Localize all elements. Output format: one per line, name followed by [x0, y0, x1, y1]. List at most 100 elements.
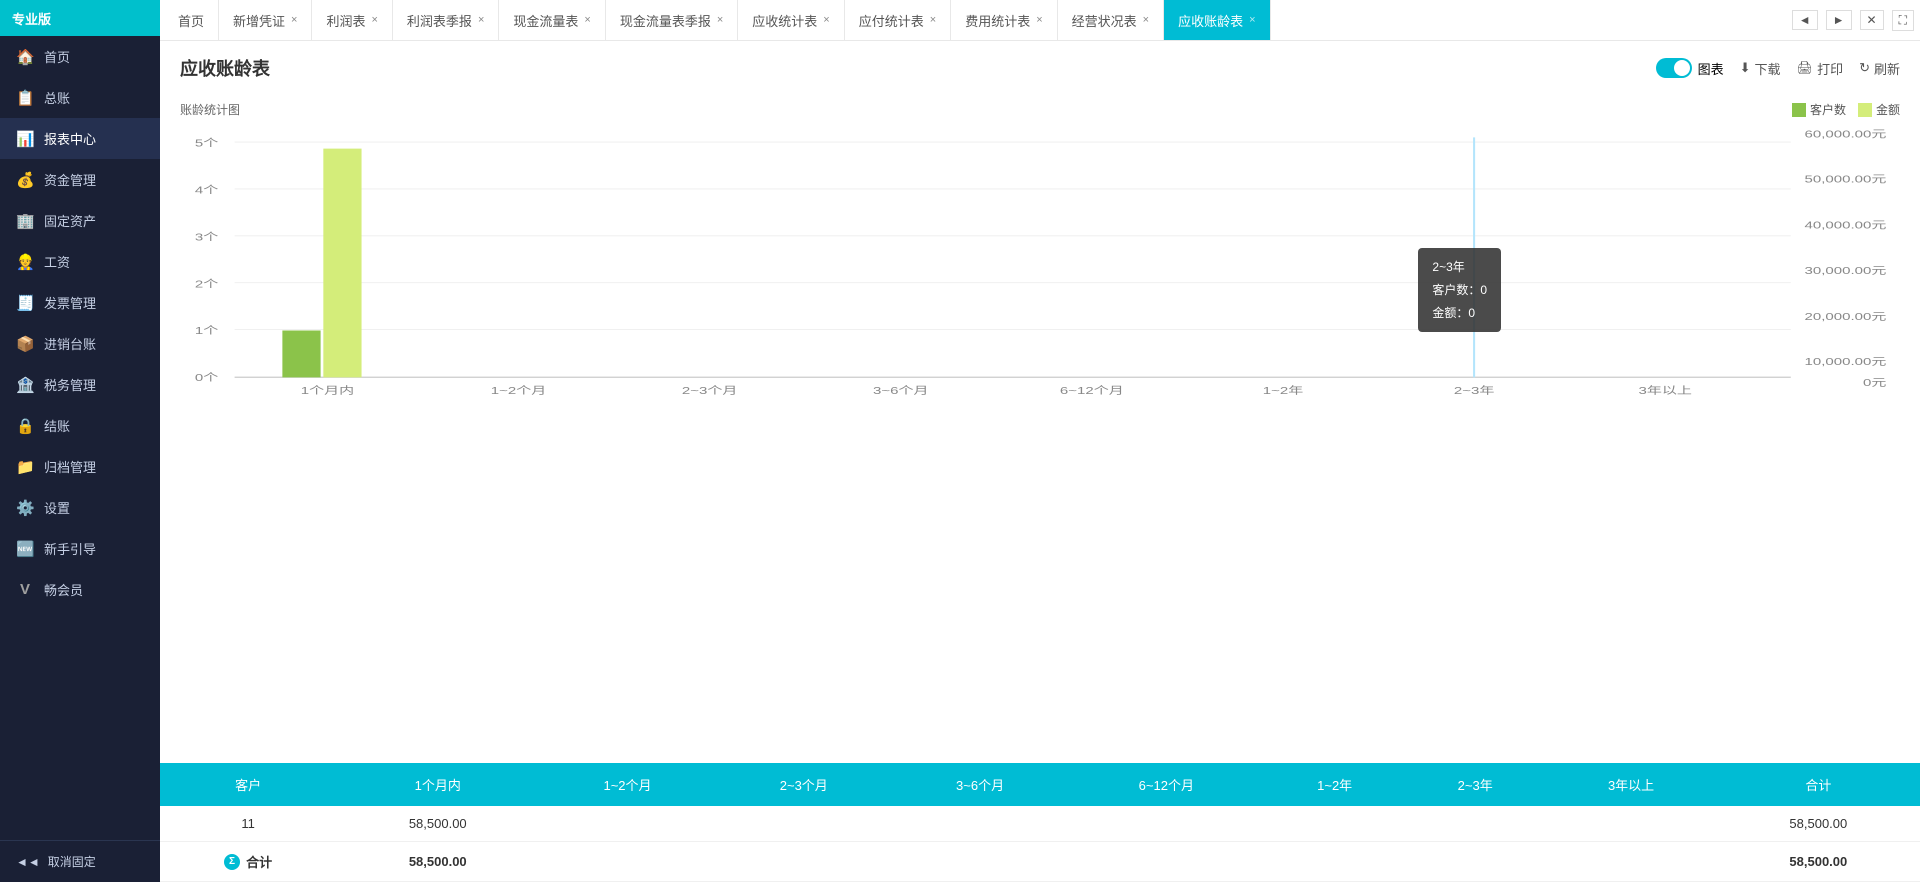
cell-total-label: Σ 合计 [160, 842, 336, 882]
sidebar-item-member[interactable]: V 畅会员 [0, 569, 160, 610]
col-y3plus: 3年以上 [1545, 763, 1716, 806]
svg-text:1个月内: 1个月内 [301, 385, 354, 397]
svg-text:40,000.00元: 40,000.00元 [1805, 219, 1887, 231]
legend-color-customer [1792, 103, 1806, 117]
chart-svg: 5个 4个 3个 2个 1个 0个 60,000.00元 50,000.00元 … [180, 128, 1900, 428]
tab-navigation: ◄ ► ✕ ⛶ [1790, 10, 1916, 31]
print-button[interactable]: 🖨 打印 [1797, 59, 1844, 78]
cell-total-y3plus [1545, 842, 1716, 882]
guide-icon: 🆕 [16, 540, 34, 558]
tab-close-icon[interactable]: × [371, 14, 377, 26]
sidebar-item-purchase-sales[interactable]: 📦 进销台账 [0, 323, 160, 364]
sidebar-item-payroll[interactable]: 👷 工资 [0, 241, 160, 282]
table-header-row: 客户 1个月内 1~2个月 2~3个月 3~6个月 6~12个月 1~2年 2~… [160, 763, 1920, 806]
tab-label: 应付统计表 [859, 11, 924, 30]
download-label: 下载 [1755, 59, 1781, 78]
chart-toggle-wrap: 图表 [1656, 58, 1724, 78]
tab-close-icon[interactable]: × [1249, 14, 1255, 26]
tab-cash-flow[interactable]: 现金流量表 × [499, 0, 605, 40]
tab-label: 现金流量表 [513, 11, 578, 30]
svg-text:2个: 2个 [195, 278, 219, 290]
tab-close-icon[interactable]: × [291, 14, 297, 26]
cell-total-m1: 58,500.00 [336, 842, 539, 882]
tab-expense-stats[interactable]: 费用统计表 × [951, 0, 1057, 40]
sidebar-item-fund-management[interactable]: 💰 资金管理 [0, 159, 160, 200]
tab-close-icon[interactable]: × [823, 14, 829, 26]
tab-ar-stats[interactable]: 应收统计表 × [738, 0, 844, 40]
settings-icon: ⚙️ [16, 499, 34, 517]
sidebar-logo: 专业版 [0, 0, 160, 36]
sidebar-collapse-button[interactable]: ◄◄ 取消固定 [0, 840, 160, 882]
svg-text:2~3个月: 2~3个月 [682, 385, 737, 397]
purchase-icon: 📦 [16, 335, 34, 353]
tab-label: 经营状况表 [1072, 11, 1137, 30]
download-icon: ⬇ [1740, 60, 1751, 76]
tab-close-icon[interactable]: × [478, 14, 484, 26]
cell-m1: 58,500.00 [336, 806, 539, 842]
sidebar-item-label: 固定资产 [44, 211, 96, 230]
header-actions: 图表 ⬇ 下载 🖨 打印 ↻ 刷新 [1656, 58, 1900, 78]
tab-ap-stats[interactable]: 应付统计表 × [845, 0, 951, 40]
tab-operation-status[interactable]: 经营状况表 × [1058, 0, 1164, 40]
sidebar-item-new-guide[interactable]: 🆕 新手引导 [0, 528, 160, 569]
tab-label: 新增凭证 [233, 11, 285, 30]
tab-next-button[interactable]: ► [1826, 10, 1852, 30]
sidebar-item-general-ledger[interactable]: 📋 总账 [0, 77, 160, 118]
cell-customer: 11 [160, 806, 336, 842]
tab-ar-aging[interactable]: 应收账龄表 × [1164, 0, 1270, 40]
payroll-icon: 👷 [16, 253, 34, 271]
tab-close-icon[interactable]: × [584, 14, 590, 26]
tab-label: 利润表季报 [407, 11, 472, 30]
tab-close-all-button[interactable]: ✕ [1860, 10, 1884, 30]
bar-customer-0[interactable] [282, 331, 320, 378]
sidebar-item-label: 进销台账 [44, 334, 96, 353]
tab-close-icon[interactable]: × [930, 14, 936, 26]
tax-icon: 🏦 [16, 376, 34, 394]
bar-amount-0[interactable] [323, 149, 361, 378]
cell-total-total: 58,500.00 [1717, 842, 1920, 882]
sidebar-item-fixed-assets[interactable]: 🏢 固定资产 [0, 200, 160, 241]
legend-amount: 金额 [1858, 101, 1900, 118]
tab-fullscreen-button[interactable]: ⛶ [1892, 10, 1914, 31]
tab-label: 现金流量表季报 [620, 11, 711, 30]
refresh-button[interactable]: ↻ 刷新 [1859, 59, 1900, 78]
tab-profit-quarterly[interactable]: 利润表季报 × [393, 0, 499, 40]
tab-prev-button[interactable]: ◄ [1792, 10, 1818, 30]
sidebar-item-home[interactable]: 🏠 首页 [0, 36, 160, 77]
tab-close-icon[interactable]: × [1143, 14, 1149, 26]
chart-container: 5个 4个 3个 2个 1个 0个 60,000.00元 50,000.00元 … [180, 128, 1900, 468]
tab-home[interactable]: 首页 [164, 0, 219, 40]
tab-profit[interactable]: 利润表 × [312, 0, 392, 40]
closing-icon: 🔒 [16, 417, 34, 435]
print-label: 打印 [1817, 59, 1843, 78]
sidebar-item-invoice[interactable]: 🧾 发票管理 [0, 282, 160, 323]
total-icon: Σ [224, 854, 240, 870]
svg-text:4个: 4个 [195, 184, 219, 196]
sidebar-item-tax[interactable]: 🏦 税务管理 [0, 364, 160, 405]
sidebar-item-closing[interactable]: 🔒 结账 [0, 405, 160, 446]
page-header: 应收账龄表 图表 ⬇ 下载 🖨 打印 ↻ 刷新 [160, 41, 1920, 91]
legend-amount-label: 金额 [1876, 101, 1900, 118]
chart-toggle[interactable] [1656, 58, 1692, 78]
tab-cash-flow-quarterly[interactable]: 现金流量表季报 × [606, 0, 738, 40]
sidebar-item-label: 资金管理 [44, 170, 96, 189]
archive-icon: 📁 [16, 458, 34, 476]
tab-new-voucher[interactable]: 新增凭证 × [219, 0, 312, 40]
svg-text:50,000.00元: 50,000.00元 [1805, 173, 1887, 185]
tab-bar: 首页 新增凭证 × 利润表 × 利润表季报 × 现金流量表 × 现金流量表季报 … [160, 0, 1920, 41]
total-text: 合计 [246, 852, 272, 871]
ledger-icon: 📋 [16, 89, 34, 107]
cell-total-y2-3 [1405, 842, 1546, 882]
svg-text:30,000.00元: 30,000.00元 [1805, 265, 1887, 277]
sidebar-item-report-center[interactable]: 📊 报表中心 [0, 118, 160, 159]
sidebar-item-settings[interactable]: ⚙️ 设置 [0, 487, 160, 528]
tab-close-icon[interactable]: × [717, 14, 723, 26]
sidebar-item-archive[interactable]: 📁 归档管理 [0, 446, 160, 487]
assets-icon: 🏢 [16, 212, 34, 230]
tab-close-icon[interactable]: × [1036, 14, 1042, 26]
col-customer: 客户 [160, 763, 336, 806]
cell-y2-3 [1405, 806, 1546, 842]
member-icon: V [16, 581, 34, 598]
sidebar-item-label: 畅会员 [44, 580, 83, 599]
download-button[interactable]: ⬇ 下载 [1740, 59, 1781, 78]
